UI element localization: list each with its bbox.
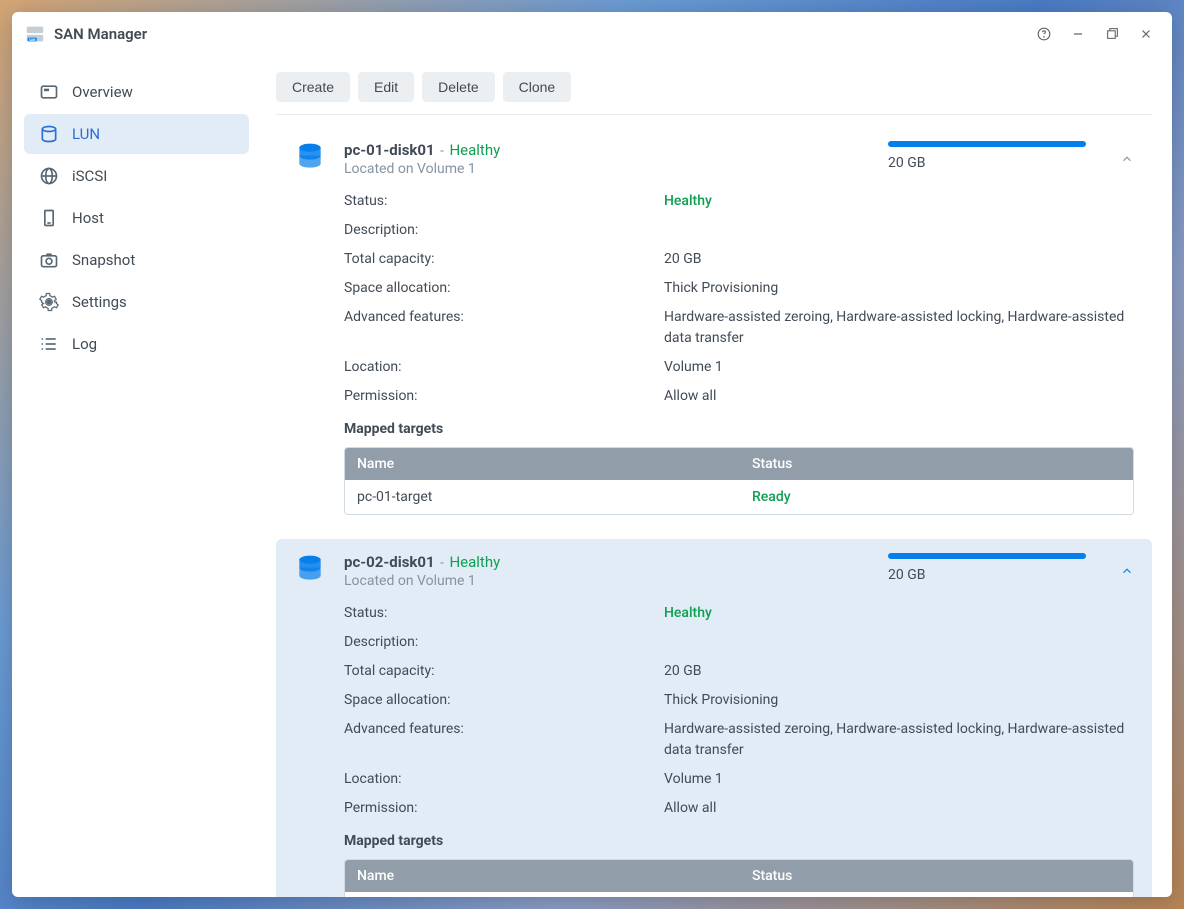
sidebar-item-label: Settings: [72, 293, 127, 311]
disk-icon: [294, 141, 330, 173]
label-status: Status:: [344, 603, 664, 624]
label-description: Description:: [344, 632, 664, 653]
table-row[interactable]: pc-02-target Ready: [345, 892, 1133, 897]
label-status: Status:: [344, 191, 664, 212]
lun-health: Healthy: [449, 553, 500, 571]
lun-item[interactable]: pc-01-disk01 - Healthy Located on Volume…: [276, 127, 1152, 529]
targets-table: Name Status pc-02-target Ready: [344, 859, 1134, 897]
collapse-toggle[interactable]: [1120, 564, 1134, 578]
collapse-toggle[interactable]: [1120, 152, 1134, 166]
label-allocation: Space allocation:: [344, 690, 664, 711]
value-features: Hardware-assisted zeroing, Hardware-assi…: [664, 307, 1134, 349]
label-permission: Permission:: [344, 386, 664, 407]
target-name: pc-02-target: [345, 892, 740, 897]
value-permission: Allow all: [664, 386, 1134, 407]
value-location: Volume 1: [664, 357, 1134, 378]
label-allocation: Space allocation:: [344, 278, 664, 299]
lun-name: pc-01-disk01: [344, 141, 435, 159]
lun-name: pc-02-disk01: [344, 553, 435, 571]
sidebar-item-overview[interactable]: Overview: [24, 72, 249, 112]
value-location: Volume 1: [664, 769, 1134, 790]
overview-icon: [38, 82, 60, 102]
value-status: Healthy: [664, 191, 1134, 212]
close-button[interactable]: [1132, 20, 1160, 48]
sidebar-item-log[interactable]: Log: [24, 324, 249, 364]
value-description: [664, 632, 1134, 653]
globe-icon: [38, 166, 60, 186]
lun-location: Located on Volume 1: [344, 573, 888, 589]
value-allocation: Thick Provisioning: [664, 278, 1134, 299]
edit-button[interactable]: Edit: [358, 72, 414, 102]
minimize-button[interactable]: [1064, 20, 1092, 48]
host-icon: [38, 208, 60, 228]
mapped-targets-heading: Mapped targets: [344, 421, 1134, 437]
sidebar-item-snapshot[interactable]: Snapshot: [24, 240, 249, 280]
sidebar-item-settings[interactable]: Settings: [24, 282, 249, 322]
disk-icon: [294, 553, 330, 585]
target-status: Ready: [740, 480, 1133, 514]
label-features: Advanced features:: [344, 719, 664, 761]
usage-bar: [888, 141, 1086, 147]
lun-location: Located on Volume 1: [344, 161, 888, 177]
sidebar-item-lun[interactable]: LUN: [24, 114, 249, 154]
value-features: Hardware-assisted zeroing, Hardware-assi…: [664, 719, 1134, 761]
value-allocation: Thick Provisioning: [664, 690, 1134, 711]
toolbar: Create Edit Delete Clone: [276, 72, 1152, 115]
sidebar-item-label: Overview: [72, 83, 133, 101]
label-location: Location:: [344, 357, 664, 378]
label-capacity: Total capacity:: [344, 249, 664, 270]
label-description: Description:: [344, 220, 664, 241]
value-capacity: 20 GB: [664, 249, 1134, 270]
help-button[interactable]: [1030, 20, 1058, 48]
svg-text:SAN: SAN: [29, 37, 36, 41]
label-permission: Permission:: [344, 798, 664, 819]
mapped-targets-heading: Mapped targets: [344, 833, 1134, 849]
sidebar-item-label: Snapshot: [72, 251, 135, 269]
lun-header: pc-02-disk01 - Healthy Located on Volume…: [294, 553, 1134, 589]
col-name: Name: [345, 448, 740, 480]
sidebar-item-label: Log: [72, 335, 97, 353]
app-window: SAN SAN Manager Overview: [12, 12, 1172, 897]
target-status: Ready: [740, 892, 1133, 897]
lun-size: 20 GB: [888, 155, 1108, 171]
create-button[interactable]: Create: [276, 72, 350, 102]
log-icon: [38, 334, 60, 354]
delete-button[interactable]: Delete: [422, 72, 494, 102]
value-description: [664, 220, 1134, 241]
sidebar-item-label: iSCSI: [72, 167, 107, 185]
gear-icon: [38, 292, 60, 312]
label-capacity: Total capacity:: [344, 661, 664, 682]
value-capacity: 20 GB: [664, 661, 1134, 682]
app-icon: SAN: [24, 23, 46, 45]
col-name: Name: [345, 860, 740, 892]
lun-header: pc-01-disk01 - Healthy Located on Volume…: [294, 141, 1134, 177]
camera-icon: [38, 250, 60, 270]
titlebar: SAN SAN Manager: [12, 12, 1172, 56]
value-status: Healthy: [664, 603, 1134, 624]
col-status: Status: [740, 448, 1133, 480]
label-location: Location:: [344, 769, 664, 790]
label-features: Advanced features:: [344, 307, 664, 349]
main-content: Create Edit Delete Clone pc-01-disk01 - …: [262, 56, 1172, 897]
table-row[interactable]: pc-01-target Ready: [345, 480, 1133, 514]
sidebar: Overview LUN iSCSI Host: [12, 56, 262, 897]
sidebar-item-iscsi[interactable]: iSCSI: [24, 156, 249, 196]
targets-table: Name Status pc-01-target Ready: [344, 447, 1134, 515]
app-title: SAN Manager: [54, 25, 147, 43]
lun-size: 20 GB: [888, 567, 1108, 583]
value-permission: Allow all: [664, 798, 1134, 819]
lun-icon: [38, 124, 60, 144]
clone-button[interactable]: Clone: [503, 72, 572, 102]
sidebar-item-host[interactable]: Host: [24, 198, 249, 238]
target-name: pc-01-target: [345, 480, 740, 514]
sidebar-item-label: Host: [72, 209, 104, 227]
usage-bar: [888, 553, 1086, 559]
maximize-button[interactable]: [1098, 20, 1126, 48]
sidebar-item-label: LUN: [72, 125, 100, 143]
lun-item[interactable]: pc-02-disk01 - Healthy Located on Volume…: [276, 539, 1152, 897]
col-status: Status: [740, 860, 1133, 892]
lun-health: Healthy: [449, 141, 500, 159]
